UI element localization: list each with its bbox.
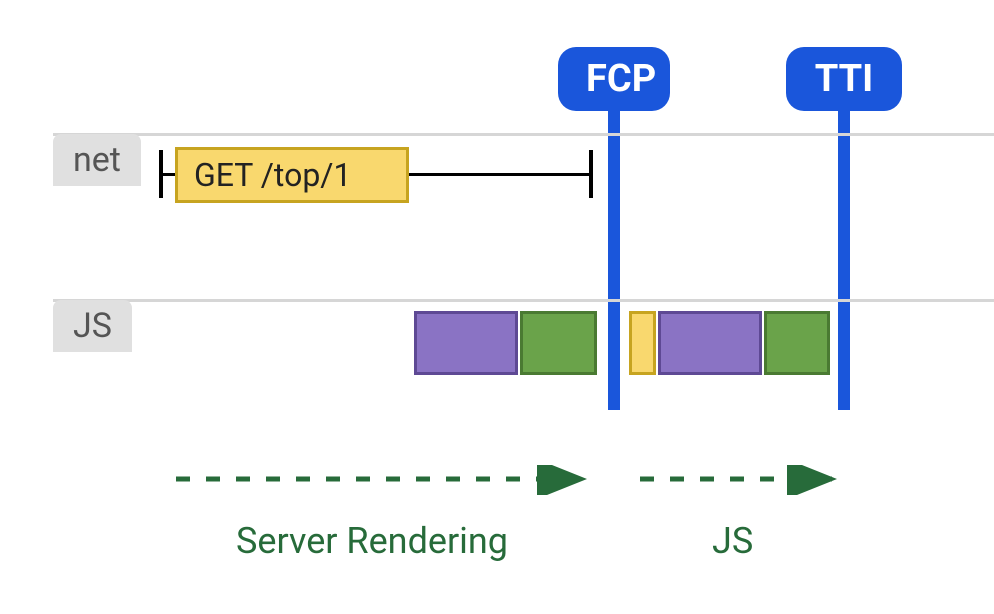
server-rendering-label: Server Rendering [236, 520, 508, 562]
net-whisker-right [589, 150, 593, 198]
net-request-box: GET /top/1 [175, 147, 409, 203]
tti-badge: TTI [786, 47, 902, 111]
js-phase-label: JS [712, 520, 753, 562]
performance-timeline-diagram: FCP TTI net GET /top/1 JS Server [0, 0, 994, 614]
js-lane-label: JS [53, 300, 132, 352]
net-lane-line [53, 133, 994, 136]
tti-marker-line [838, 110, 850, 410]
js-task-yellow [629, 311, 656, 375]
net-lane-label: net [53, 134, 141, 186]
js-task-green-2 [764, 311, 830, 375]
js-task-green-1 [520, 311, 597, 375]
js-task-purple-1 [414, 311, 518, 375]
fcp-marker-line [608, 110, 620, 410]
js-phase-arrow [636, 465, 846, 495]
js-task-purple-2 [658, 311, 762, 375]
js-lane-line [53, 299, 994, 302]
server-rendering-arrow [172, 465, 596, 495]
fcp-badge: FCP [558, 47, 670, 111]
